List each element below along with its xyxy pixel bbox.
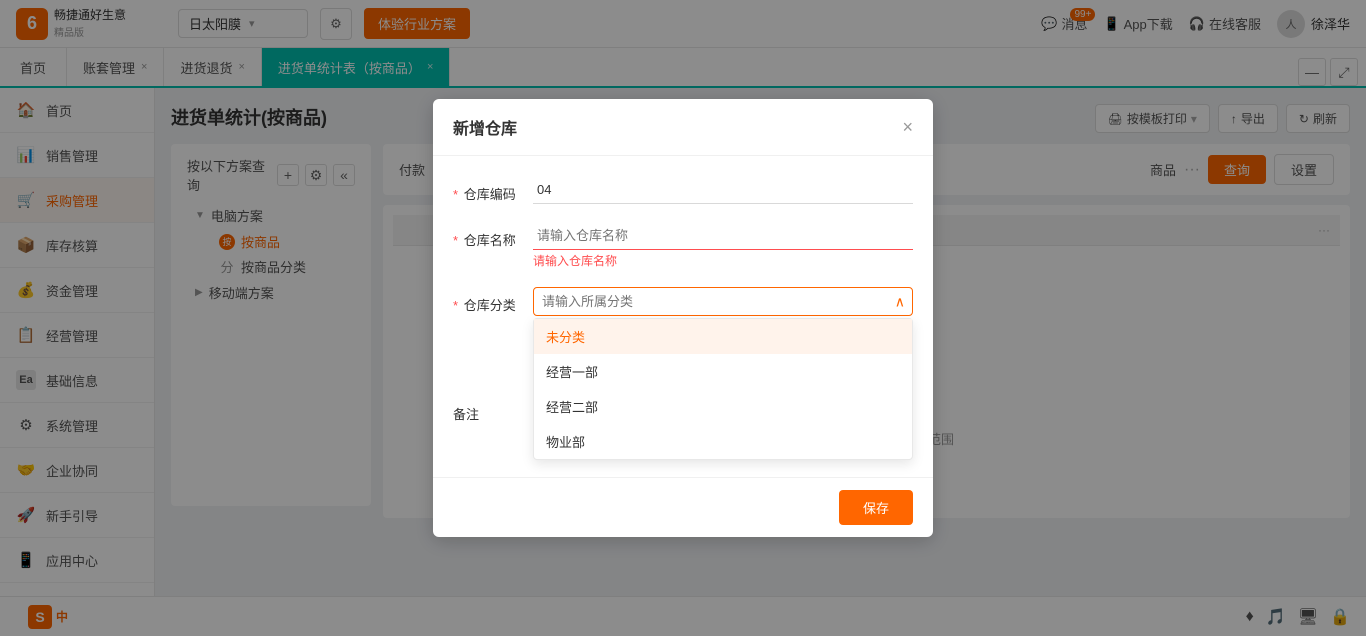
form-row-code: * 仓库编码 <box>453 176 913 204</box>
dropdown-item-3[interactable]: 物业部 <box>534 424 912 459</box>
required-star-3: * <box>453 298 458 313</box>
required-star-2: * <box>453 233 458 248</box>
warehouse-modal: 新增仓库 × * 仓库编码 * 仓库名称 <box>433 99 933 537</box>
name-input[interactable] <box>533 222 913 250</box>
remark-label: 备注 <box>453 396 533 423</box>
category-input[interactable] <box>533 287 913 316</box>
modal-overlay[interactable]: 新增仓库 × * 仓库编码 * 仓库名称 <box>0 0 1366 636</box>
name-error-msg: 请输入仓库名称 <box>533 252 913 269</box>
category-label: * 仓库分类 <box>453 287 533 314</box>
code-input[interactable] <box>533 176 913 204</box>
name-label: * 仓库名称 <box>453 222 533 249</box>
form-row-name: * 仓库名称 请输入仓库名称 <box>453 222 913 269</box>
dropdown-item-2[interactable]: 经营二部 <box>534 389 912 424</box>
dropdown-item-1[interactable]: 经营一部 <box>534 354 912 389</box>
category-field: ∧ 未分类 经营一部 经营二部 物业部 <box>533 287 913 316</box>
modal-title: 新增仓库 <box>453 115 517 139</box>
code-field <box>533 176 913 204</box>
dropdown-item-0[interactable]: 未分类 <box>534 319 912 354</box>
form-row-category: * 仓库分类 ∧ 未分类 经营一部 经营二部 物业部 <box>453 287 913 316</box>
save-button[interactable]: 保存 <box>839 490 913 525</box>
category-arrow-icon[interactable]: ∧ <box>895 293 905 310</box>
name-field: 请输入仓库名称 <box>533 222 913 269</box>
category-dropdown: 未分类 经营一部 经营二部 物业部 <box>533 318 913 460</box>
required-star: * <box>453 187 458 202</box>
modal-footer: 保存 <box>433 477 933 537</box>
modal-body: * 仓库编码 * 仓库名称 请输入仓库名称 <box>433 156 933 477</box>
modal-close-button[interactable]: × <box>902 118 913 136</box>
modal-header: 新增仓库 × <box>433 99 933 156</box>
code-label: * 仓库编码 <box>453 176 533 203</box>
